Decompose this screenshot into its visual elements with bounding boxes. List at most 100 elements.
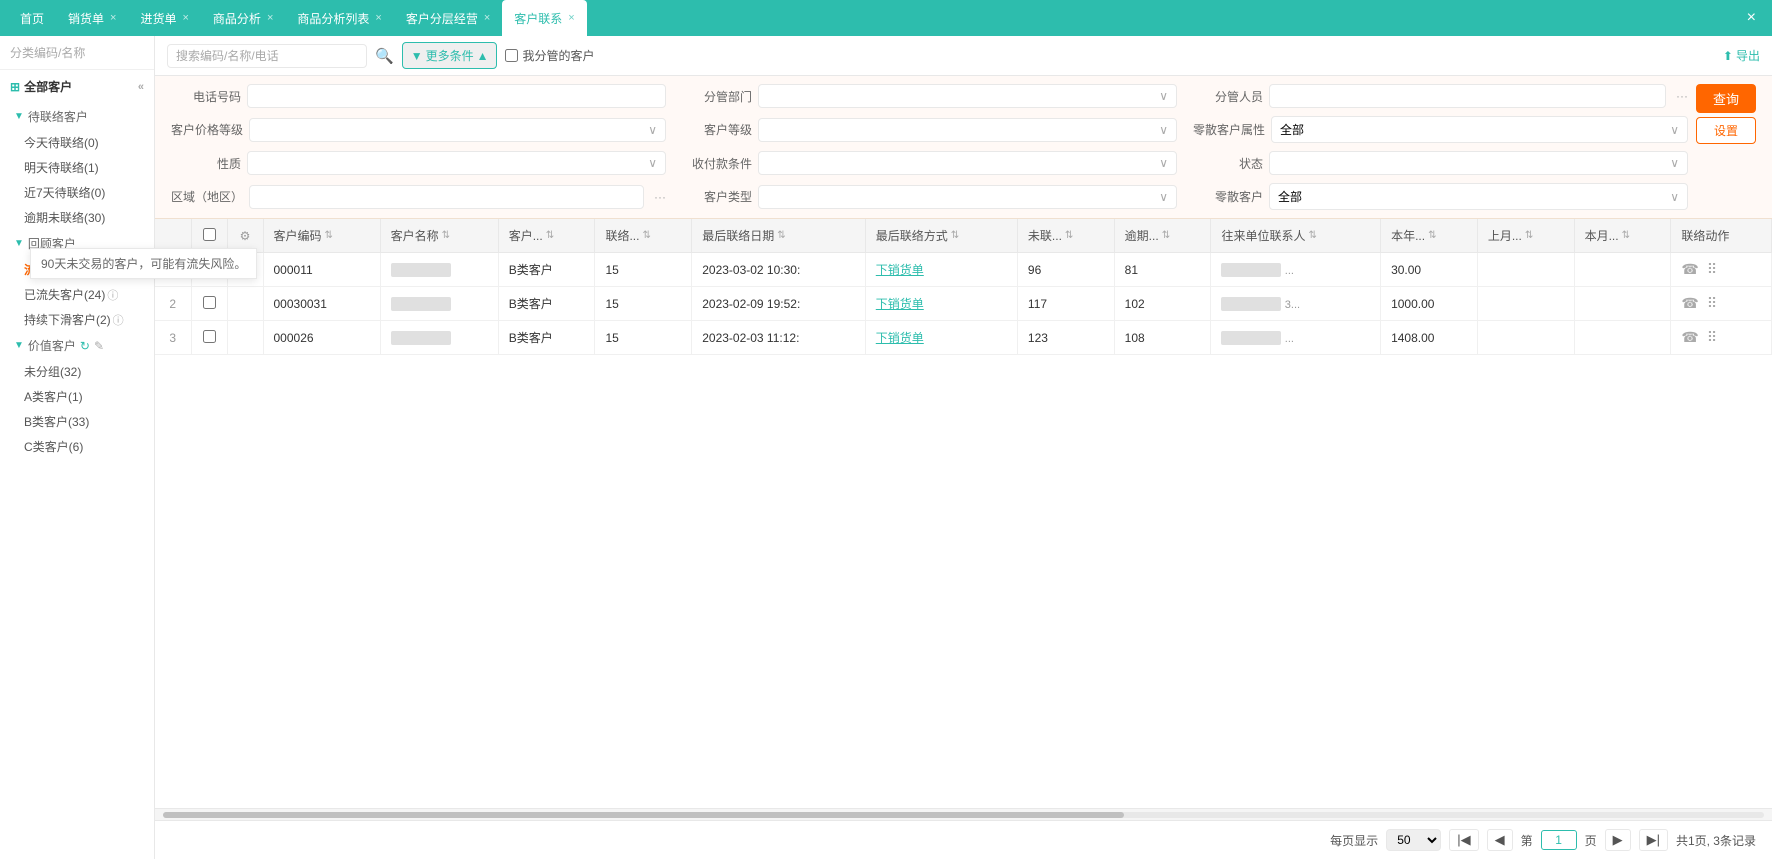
sort-icon-month[interactable]: ⇅ xyxy=(1622,230,1630,241)
sort-icon-type[interactable]: ⇅ xyxy=(546,230,554,241)
contact-icon-3[interactable]: ☎ xyxy=(1681,329,1698,346)
refresh-icon[interactable]: ↻ xyxy=(80,339,90,353)
contact-icon[interactable]: ☎ xyxy=(1681,261,1698,278)
region-input[interactable] xyxy=(249,185,644,209)
window-close-btn[interactable]: × xyxy=(1739,9,1764,27)
tab-close-sales[interactable]: × xyxy=(110,12,116,24)
my-customers-checkbox[interactable] xyxy=(505,49,518,62)
row-method-3[interactable]: 下销货单 xyxy=(865,321,1017,355)
tab-product-analysis[interactable]: 商品分析 × xyxy=(201,0,285,36)
more-actions-icon[interactable]: ⠿ xyxy=(1707,261,1717,278)
row-checkbox-2[interactable] xyxy=(191,287,227,321)
next-page-btn[interactable]: ▶ xyxy=(1605,829,1631,851)
contact-method-link-1[interactable]: 下销货单 xyxy=(876,263,924,277)
sidebar-item-overdue[interactable]: 逾期未联络(30) xyxy=(0,205,154,230)
sidebar-group-value[interactable]: ▼ 价值客户 ↻ ✎ xyxy=(0,332,154,359)
contact-method-link-2[interactable]: 下销货单 xyxy=(876,297,924,311)
sidebar-item-ungrouped[interactable]: 未分组(32) xyxy=(0,359,154,384)
sort-icon-method[interactable]: ⇅ xyxy=(951,230,959,241)
sidebar-item-7days[interactable]: 近7天待联络(0) xyxy=(0,180,154,205)
sort-icon-date[interactable]: ⇅ xyxy=(777,230,785,241)
tab-purchase[interactable]: 进货单 × xyxy=(128,0,200,36)
filter-retail-attr: 零散客户属性 全部 ∨ xyxy=(1193,116,1688,143)
search-icon[interactable]: 🔍 xyxy=(375,47,394,65)
sort-icon-name[interactable]: ⇅ xyxy=(442,230,450,241)
sort-icon-contact[interactable]: ⇅ xyxy=(642,230,650,241)
select-all-checkbox[interactable] xyxy=(203,228,216,241)
retail-select[interactable]: 全部 ∨ xyxy=(1269,183,1688,210)
tab-close-product-list[interactable]: × xyxy=(375,12,381,24)
group-arrow-icon-3: ▼ xyxy=(14,340,24,351)
tab-customer-contact[interactable]: 客户联系 × xyxy=(502,0,586,36)
my-customers-check[interactable]: 我分管的客户 xyxy=(505,47,594,64)
nature-select[interactable]: ∨ xyxy=(247,151,666,175)
query-button[interactable]: 查询 xyxy=(1696,84,1756,113)
sidebar-item-c-class[interactable]: C类客户(6) xyxy=(0,434,154,459)
scroll-thumb[interactable] xyxy=(163,812,1124,818)
scroll-track[interactable] xyxy=(163,812,1764,818)
region-dots-icon[interactable]: ··· xyxy=(654,190,666,204)
customer-level-select[interactable]: ∨ xyxy=(758,118,1177,142)
tab-close-customer-contact[interactable]: × xyxy=(568,12,574,24)
tab-close-purchase[interactable]: × xyxy=(182,12,188,24)
retail-attr-select[interactable]: 全部 ∨ xyxy=(1271,116,1688,143)
phone-input[interactable] xyxy=(247,84,666,108)
status-select[interactable]: ∨ xyxy=(1269,151,1688,175)
sidebar-item-today[interactable]: 今天待联络(0) xyxy=(0,130,154,155)
person-input[interactable] xyxy=(1269,84,1666,108)
sidebar-item-tomorrow[interactable]: 明天待联络(1) xyxy=(0,155,154,180)
customer-level-label: 客户等级 xyxy=(682,121,752,138)
chevron-down-icon-payment: ∨ xyxy=(1159,156,1168,170)
first-page-btn[interactable]: |◀ xyxy=(1449,829,1478,851)
tab-close-customer-tier[interactable]: × xyxy=(484,12,490,24)
page-number-input[interactable] xyxy=(1541,830,1577,850)
sort-icon-no-contact[interactable]: ⇅ xyxy=(1065,230,1073,241)
tab-product-analysis-list[interactable]: 商品分析列表 × xyxy=(285,0,393,36)
payment-select[interactable]: ∨ xyxy=(758,151,1177,175)
contact-method-link-3[interactable]: 下销货单 xyxy=(876,331,924,345)
sort-icon-year[interactable]: ⇅ xyxy=(1428,230,1436,241)
row-date-2: 2023-02-09 19:52: xyxy=(692,287,866,321)
edit-icon[interactable]: ✎ xyxy=(94,339,104,353)
more-actions-icon-2[interactable]: ⠿ xyxy=(1707,295,1717,312)
tab-sales-order[interactable]: 销货单 × xyxy=(56,0,128,36)
settings-button[interactable]: 设置 xyxy=(1696,117,1756,144)
sort-icon-overdue[interactable]: ⇅ xyxy=(1162,230,1170,241)
per-page-select[interactable]: 50 100 200 xyxy=(1386,829,1441,851)
row-contact-1: 15 xyxy=(595,253,692,287)
search-input[interactable] xyxy=(167,44,367,68)
row-code-3: 000026 xyxy=(263,321,380,355)
sort-icon-lmonth[interactable]: ⇅ xyxy=(1525,230,1533,241)
sort-icon[interactable]: ⇅ xyxy=(325,230,333,241)
contact-icon-2[interactable]: ☎ xyxy=(1681,295,1698,312)
customer-type-select[interactable]: ∨ xyxy=(758,185,1177,209)
export-btn[interactable]: ⬆ 导出 xyxy=(1723,47,1760,64)
more-conditions-btn[interactable]: ▼ 更多条件 ▲ xyxy=(402,42,498,69)
dots-icon[interactable]: ··· xyxy=(1676,89,1688,103)
row-contact-2: 15 xyxy=(595,287,692,321)
sidebar-item-b-class[interactable]: B类客户(33) xyxy=(0,409,154,434)
sidebar-group-pending[interactable]: ▼ 待联络客户 xyxy=(0,103,154,130)
more-actions-icon-3[interactable]: ⠿ xyxy=(1707,329,1717,346)
sidebar-search-input[interactable] xyxy=(10,46,155,60)
row-method-2[interactable]: 下销货单 xyxy=(865,287,1017,321)
sidebar-all-customers[interactable]: ⊞ 全部客户 « xyxy=(0,70,154,103)
sidebar-item-declining[interactable]: 持续下滑客户(2) ⓘ xyxy=(0,307,154,332)
last-page-btn[interactable]: ▶| xyxy=(1639,829,1668,851)
tab-close-product-analysis[interactable]: × xyxy=(267,12,273,24)
tab-customer-tier[interactable]: 客户分层经营 × xyxy=(394,0,502,36)
price-level-select[interactable]: ∨ xyxy=(249,118,666,142)
dept-select[interactable]: ∨ xyxy=(758,84,1177,108)
row-name-2 xyxy=(380,287,498,321)
row-method-1[interactable]: 下销货单 xyxy=(865,253,1017,287)
horizontal-scrollbar[interactable] xyxy=(155,808,1772,820)
row-checkbox-3[interactable] xyxy=(191,321,227,355)
sort-icon-unit[interactable]: ⇅ xyxy=(1308,230,1316,241)
tab-home[interactable]: 首页 xyxy=(8,0,56,36)
table-settings-icon[interactable]: ⚙ xyxy=(240,229,251,243)
sidebar-item-a-class[interactable]: A类客户(1) xyxy=(0,384,154,409)
retail-attr-label: 零散客户属性 xyxy=(1193,121,1265,138)
row-date-3: 2023-02-03 11:12: xyxy=(692,321,866,355)
sidebar-item-churned[interactable]: 已流失客户(24) ⓘ xyxy=(0,282,154,307)
prev-page-btn[interactable]: ◀ xyxy=(1487,829,1513,851)
